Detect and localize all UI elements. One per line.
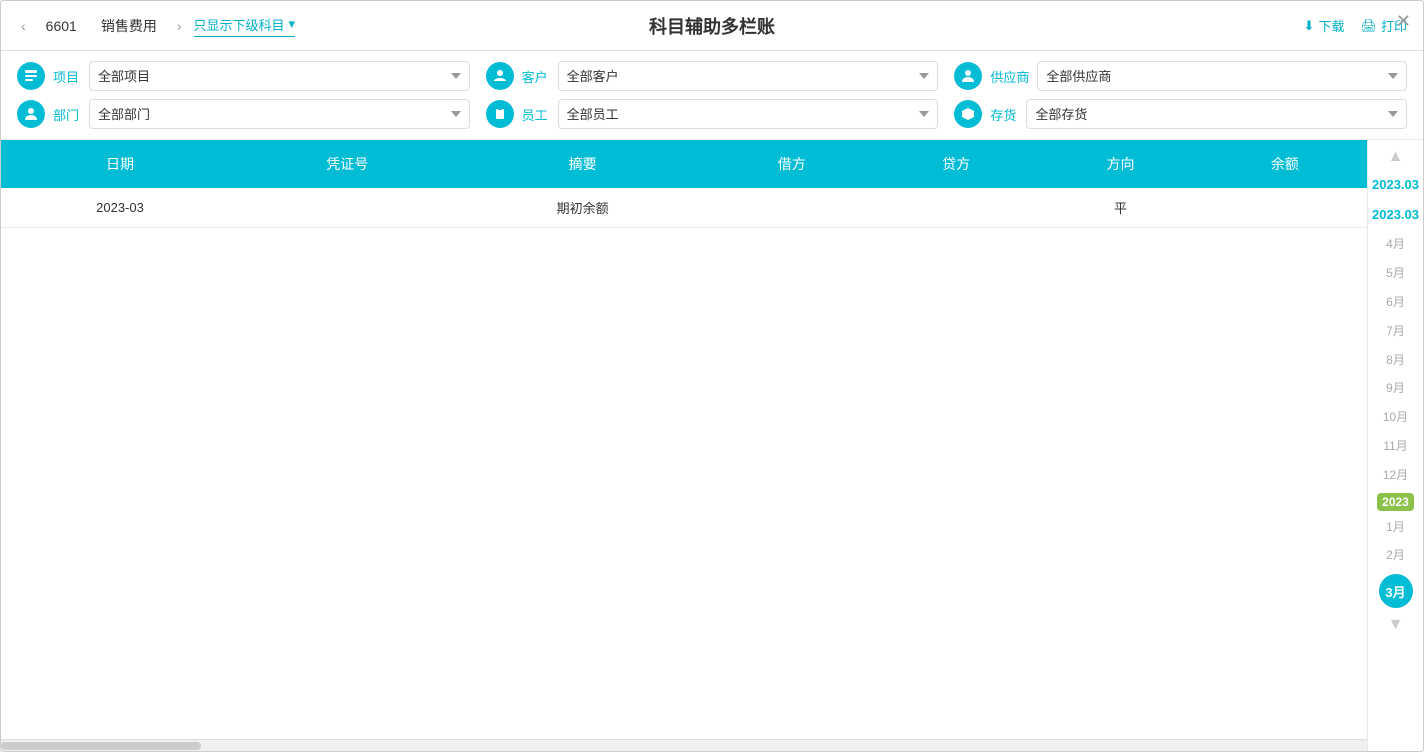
rp-item-7[interactable]: 7月 (1368, 317, 1423, 346)
show-sub-label: 只显示下级科目 (194, 15, 285, 34)
col-balance: 余额 (1203, 140, 1367, 188)
scrollbar-thumb (1, 742, 201, 750)
inventory-select[interactable]: 全部存货 (1026, 99, 1407, 129)
table-area: 日期 凭证号 摘要 借方 贷方 方向 余额 2023-03 期初余额 平 (1, 140, 1367, 751)
table-row: 2023-03 期初余额 平 (1, 188, 1367, 228)
rp-item-5[interactable]: 5月 (1368, 259, 1423, 288)
cell-debit (710, 188, 874, 228)
account-name: 销售费用 (93, 14, 165, 38)
table-header-row: 日期 凭证号 摘要 借方 贷方 方向 余额 (1, 140, 1367, 188)
filter-employee: 员工 全部员工 (486, 99, 939, 129)
employee-icon (486, 100, 514, 128)
col-debit: 借方 (710, 140, 874, 188)
download-label: 下载 (1318, 16, 1344, 35)
rp-item-1[interactable]: 1月 (1368, 513, 1423, 542)
filter-supplier: 供应商 全部供应商 (954, 61, 1407, 91)
cell-direction: 平 (1038, 188, 1202, 228)
scroll-down-button[interactable]: ▼ (1384, 612, 1408, 638)
rp-item-8[interactable]: 8月 (1368, 346, 1423, 375)
project-label: 项目 (53, 67, 81, 86)
rp-item-11[interactable]: 11月 (1368, 432, 1423, 461)
ledger-table: 日期 凭证号 摘要 借方 贷方 方向 余额 2023-03 期初余额 平 (1, 140, 1367, 228)
inventory-label: 存货 (990, 105, 1018, 124)
project-select[interactable]: 全部项目 (89, 61, 470, 91)
cell-credit (874, 188, 1038, 228)
col-credit: 贷方 (874, 140, 1038, 188)
download-icon: ⬇ (1304, 18, 1315, 34)
dropdown-arrow-icon: ▾ (289, 16, 296, 32)
cell-date: 2023-03 (1, 188, 239, 228)
cell-voucher (239, 188, 456, 228)
rp-item-2023-03-top[interactable]: 2023.03 (1368, 170, 1423, 200)
rp-item-2[interactable]: 2月 (1368, 541, 1423, 570)
department-label: 部门 (53, 105, 81, 124)
next-account-button[interactable]: › (173, 16, 186, 36)
titlebar-left: ‹ 6601 销售费用 › 只显示下级科目 ▾ (17, 14, 295, 38)
rp-item-10[interactable]: 10月 (1368, 403, 1423, 432)
employee-label: 员工 (522, 105, 550, 124)
rp-item-6[interactable]: 6月 (1368, 288, 1423, 317)
supplier-label: 供应商 (990, 67, 1029, 86)
right-panel: ▲ 2023.03 2023.03 4月 5月 6月 7月 8月 9月 10月 … (1367, 140, 1423, 751)
cell-summary: 期初余额 (456, 188, 710, 228)
filter-area: 项目 全部项目 客户 全部客户 供应商 全部供应商 (1, 51, 1423, 140)
close-button[interactable]: ✕ (1396, 11, 1411, 32)
inventory-icon (954, 100, 982, 128)
department-select[interactable]: 全部部门 (89, 99, 470, 129)
supplier-select[interactable]: 全部供应商 (1037, 61, 1407, 91)
cell-balance (1203, 188, 1367, 228)
main-window: ‹ 6601 销售费用 › 只显示下级科目 ▾ 科目辅助多栏账 ⬇ 下载 🖨 打… (0, 0, 1424, 752)
rp-item-2023-03-second[interactable]: 2023.03 (1368, 200, 1423, 230)
employee-select[interactable]: 全部员工 (558, 99, 939, 129)
rp-item-3-active[interactable]: 3月 (1379, 574, 1413, 608)
horizontal-scrollbar[interactable] (1, 739, 1367, 751)
show-sub-button[interactable]: 只显示下级科目 ▾ (194, 15, 296, 37)
prev-account-button[interactable]: ‹ (17, 16, 30, 36)
col-direction: 方向 (1038, 140, 1202, 188)
download-button[interactable]: ⬇ 下载 (1304, 16, 1345, 35)
rp-item-9[interactable]: 9月 (1368, 374, 1423, 403)
filter-project: 项目 全部项目 (17, 61, 470, 91)
customer-icon (486, 62, 514, 90)
year-badge-2023: 2023 (1377, 493, 1414, 511)
customer-select[interactable]: 全部客户 (558, 61, 939, 91)
filter-inventory: 存货 全部存货 (954, 99, 1407, 129)
filter-department: 部门 全部部门 (17, 99, 470, 129)
project-icon (17, 62, 45, 90)
account-code: 6601 (38, 16, 85, 36)
page-title: 科目辅助多栏账 (649, 13, 775, 39)
customer-label: 客户 (522, 67, 550, 86)
supplier-icon (954, 62, 982, 90)
filter-customer: 客户 全部客户 (486, 61, 939, 91)
department-icon (17, 100, 45, 128)
titlebar: ‹ 6601 销售费用 › 只显示下级科目 ▾ 科目辅助多栏账 ⬇ 下载 🖨 打… (1, 1, 1423, 51)
scroll-up-button[interactable]: ▲ (1384, 144, 1408, 170)
rp-item-12[interactable]: 12月 (1368, 461, 1423, 490)
col-voucher: 凭证号 (239, 140, 456, 188)
rp-item-4[interactable]: 4月 (1368, 230, 1423, 259)
col-summary: 摘要 (456, 140, 710, 188)
main-content: 日期 凭证号 摘要 借方 贷方 方向 余额 2023-03 期初余额 平 (1, 140, 1423, 751)
print-icon: 🖨 (1360, 18, 1377, 34)
col-date: 日期 (1, 140, 239, 188)
titlebar-right: ⬇ 下载 🖨 打印 ✕ (1304, 16, 1407, 35)
